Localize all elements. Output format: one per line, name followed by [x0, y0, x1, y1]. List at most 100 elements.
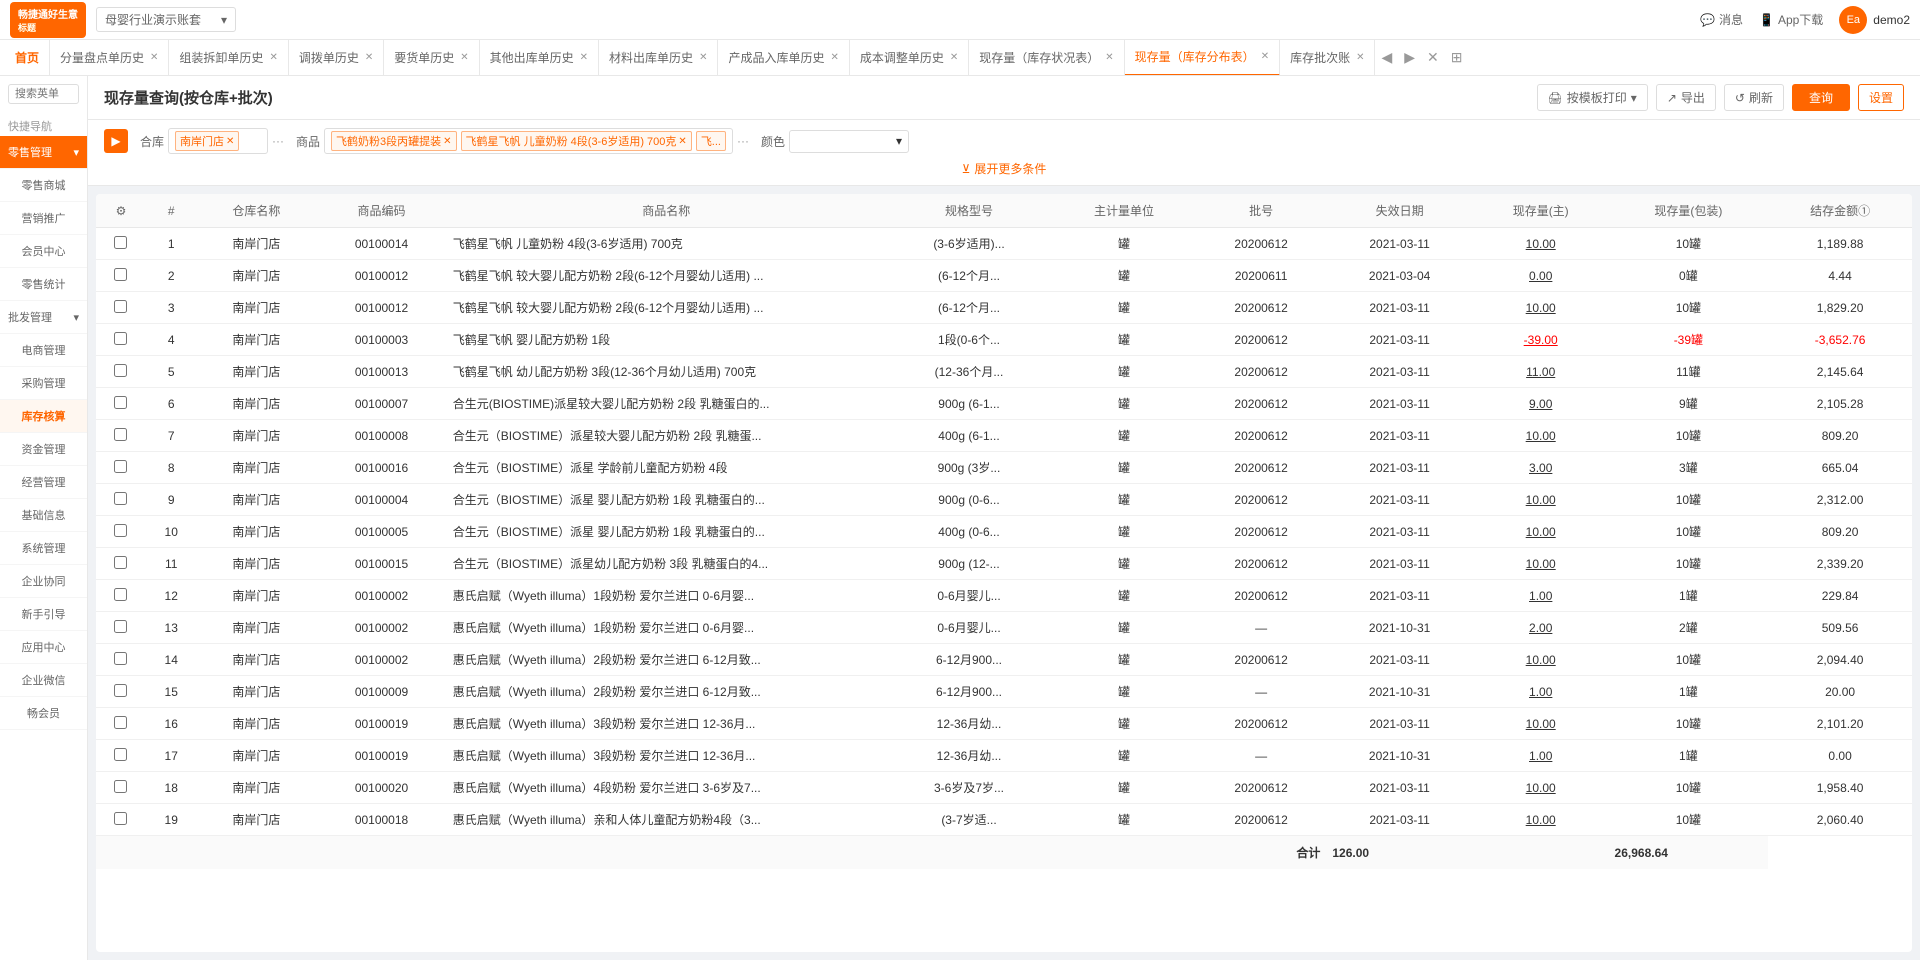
row-qty-main[interactable]: -39.00: [1473, 324, 1609, 356]
goods-tag-1-close-icon[interactable]: ✕: [443, 136, 451, 147]
sidebar-item-wechat[interactable]: 企业微信: [0, 664, 87, 697]
warehouse-filter-dots[interactable]: ···: [272, 134, 284, 148]
tab-inventory-status-close-icon[interactable]: ✕: [1105, 52, 1113, 63]
row-checkbox-cell[interactable]: [96, 324, 146, 356]
tab-request-close-icon[interactable]: ✕: [460, 52, 468, 63]
goods-tag-box[interactable]: 飞鹤奶粉3段丙罐提装 ✕ 飞鹤星飞帆 儿童奶粉 4段(3-6岁适用) 700克 …: [324, 128, 733, 154]
row-checkbox-cell[interactable]: [96, 292, 146, 324]
message-btn[interactable]: 💬 消息: [1700, 11, 1743, 28]
row-checkbox[interactable]: [114, 620, 127, 633]
row-qty-main[interactable]: 9.00: [1473, 388, 1609, 420]
row-qty-main[interactable]: 0.00: [1473, 260, 1609, 292]
row-checkbox[interactable]: [114, 396, 127, 409]
sidebar-item-operations[interactable]: 经营管理: [0, 466, 87, 499]
row-checkbox[interactable]: [114, 268, 127, 281]
row-checkbox[interactable]: [114, 428, 127, 441]
row-qty-main[interactable]: 2.00: [1473, 612, 1609, 644]
row-checkbox-cell[interactable]: [96, 516, 146, 548]
sidebar-item-basics[interactable]: 基础信息: [0, 499, 87, 532]
row-qty-main[interactable]: 1.00: [1473, 580, 1609, 612]
row-qty-main[interactable]: 1.00: [1473, 740, 1609, 772]
row-qty-main[interactable]: 10.00: [1473, 644, 1609, 676]
tab-pickup-close-icon[interactable]: ✕: [365, 52, 373, 63]
row-checkbox-cell[interactable]: [96, 580, 146, 612]
row-checkbox[interactable]: [114, 812, 127, 825]
warehouse-tag-nanan[interactable]: 南岸门店 ✕: [175, 131, 239, 151]
tab-prev-btn[interactable]: ◀: [1375, 49, 1398, 66]
filter-expand-icon[interactable]: ▶: [104, 129, 128, 153]
color-filter-box[interactable]: ▾: [789, 130, 909, 153]
sidebar-item-appcenter[interactable]: 应用中心: [0, 631, 87, 664]
row-qty-main[interactable]: 10.00: [1473, 804, 1609, 836]
row-checkbox[interactable]: [114, 588, 127, 601]
row-qty-main[interactable]: 10.00: [1473, 548, 1609, 580]
tab-other-out[interactable]: 其他出库单历史 ✕: [480, 40, 599, 76]
row-qty-main[interactable]: 10.00: [1473, 516, 1609, 548]
row-qty-main[interactable]: 10.00: [1473, 708, 1609, 740]
row-qty-main[interactable]: 10.00: [1473, 772, 1609, 804]
tab-split-close-icon[interactable]: ✕: [150, 52, 158, 63]
tab-close-all-btn[interactable]: ✕: [1421, 49, 1445, 66]
row-qty-main[interactable]: 10.00: [1473, 228, 1609, 260]
row-checkbox-cell[interactable]: [96, 740, 146, 772]
row-checkbox-cell[interactable]: [96, 452, 146, 484]
row-checkbox[interactable]: [114, 332, 127, 345]
sidebar-item-retail-shop[interactable]: 零售商城: [0, 169, 87, 202]
warehouse-tag-close-icon[interactable]: ✕: [226, 136, 234, 147]
tab-batch-account-close-icon[interactable]: ✕: [1356, 52, 1364, 63]
row-checkbox-cell[interactable]: [96, 708, 146, 740]
tab-product-in[interactable]: 产成品入库单历史 ✕: [718, 40, 849, 76]
row-checkbox[interactable]: [114, 684, 127, 697]
row-checkbox-cell[interactable]: [96, 484, 146, 516]
goods-tag-1[interactable]: 飞鹤奶粉3段丙罐提装 ✕: [331, 131, 457, 151]
row-qty-main[interactable]: 10.00: [1473, 292, 1609, 324]
row-checkbox[interactable]: [114, 652, 127, 665]
row-checkbox[interactable]: [114, 780, 127, 793]
tab-pickup[interactable]: 调拨单历史 ✕: [289, 40, 384, 76]
tab-inventory-dist-close-icon[interactable]: ✕: [1261, 51, 1269, 62]
row-checkbox[interactable]: [114, 524, 127, 537]
expand-conditions-btn[interactable]: ⊻ 展开更多条件: [104, 160, 1904, 177]
goods-tag-2[interactable]: 飞鹤星飞帆 儿童奶粉 4段(3-6岁适用) 700克 ✕: [461, 131, 692, 151]
tab-disassemble-close-icon[interactable]: ✕: [269, 52, 277, 63]
row-checkbox-cell[interactable]: [96, 228, 146, 260]
row-checkbox-cell[interactable]: [96, 356, 146, 388]
user-info[interactable]: Ea demo2: [1839, 6, 1910, 34]
row-checkbox-cell[interactable]: [96, 420, 146, 452]
tab-cost-adjust-close-icon[interactable]: ✕: [950, 52, 958, 63]
tab-other-out-close-icon[interactable]: ✕: [580, 52, 588, 63]
row-checkbox[interactable]: [114, 716, 127, 729]
row-checkbox-cell[interactable]: [96, 676, 146, 708]
tab-request[interactable]: 要货单历史 ✕: [384, 40, 479, 76]
row-checkbox-cell[interactable]: [96, 772, 146, 804]
query-btn[interactable]: 查询: [1792, 84, 1850, 111]
row-qty-main[interactable]: 11.00: [1473, 356, 1609, 388]
row-checkbox[interactable]: [114, 460, 127, 473]
sidebar-item-retail-stats[interactable]: 零售统计: [0, 268, 87, 301]
tab-batch-account[interactable]: 库存批次账 ✕: [1280, 40, 1375, 76]
sidebar-item-finance[interactable]: 资金管理: [0, 433, 87, 466]
sidebar-item-guide[interactable]: 新手引导: [0, 598, 87, 631]
col-setting[interactable]: ⚙: [96, 194, 146, 228]
row-checkbox-cell[interactable]: [96, 260, 146, 292]
sidebar-item-member2[interactable]: 畅会员: [0, 697, 87, 730]
sidebar-item-marketing[interactable]: 营销推广: [0, 202, 87, 235]
tab-more-btn[interactable]: ⊞: [1445, 49, 1469, 66]
row-checkbox[interactable]: [114, 748, 127, 761]
sidebar-item-wholesale[interactable]: 批发管理 ▾: [0, 301, 87, 334]
tab-disassemble[interactable]: 组装拆卸单历史 ✕: [169, 40, 288, 76]
sidebar-item-retail[interactable]: 零售管理 ▾: [0, 136, 87, 169]
row-qty-main[interactable]: 10.00: [1473, 420, 1609, 452]
tab-inventory-status[interactable]: 现存量（库存状况表） ✕: [969, 40, 1124, 76]
tab-product-in-close-icon[interactable]: ✕: [830, 52, 838, 63]
warehouse-tag-box[interactable]: 南岸门店 ✕: [168, 128, 268, 154]
row-checkbox[interactable]: [114, 300, 127, 313]
tab-cost-adjust[interactable]: 成本调整单历史 ✕: [850, 40, 969, 76]
row-checkbox[interactable]: [114, 492, 127, 505]
sidebar-item-ecommerce[interactable]: 电商管理: [0, 334, 87, 367]
tab-home[interactable]: 首页: [5, 40, 50, 76]
tab-material-out-close-icon[interactable]: ✕: [699, 52, 707, 63]
app-download-btn[interactable]: 📱 App下载: [1759, 11, 1823, 28]
tab-split[interactable]: 分量盘点单历史 ✕: [50, 40, 169, 76]
settings-btn[interactable]: 设置: [1858, 84, 1904, 111]
